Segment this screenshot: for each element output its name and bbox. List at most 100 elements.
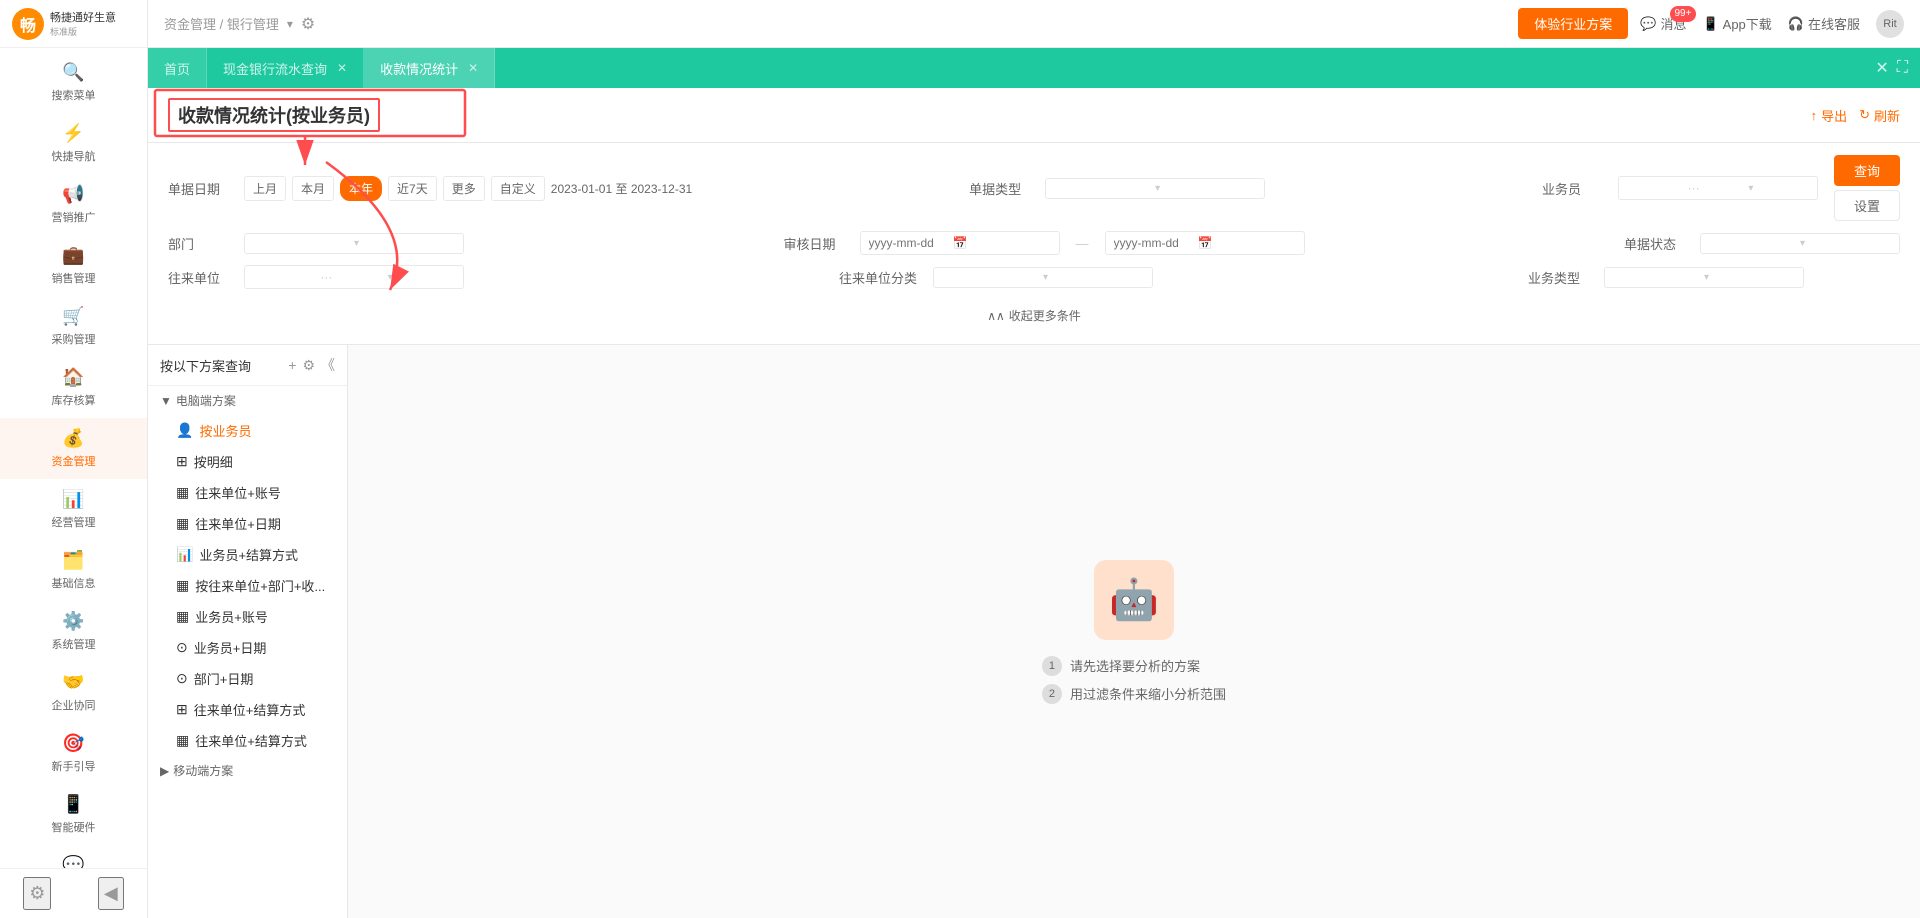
- setting-btn[interactable]: 设置: [1834, 190, 1900, 221]
- sidebar-item-purchase[interactable]: 🛒 采购管理: [0, 296, 147, 357]
- date-btn-7days[interactable]: 近7天: [388, 176, 437, 201]
- tab-collection-stats[interactable]: 收款情况统计 ✕: [364, 48, 495, 88]
- scheme-partner-account[interactable]: ▦ 往来单位+账号: [148, 477, 347, 508]
- export-btn[interactable]: ↑ 导出: [1811, 106, 1848, 125]
- page-header: 收款情况统计(按业务员) ↑ 导出 ↻ 刷新: [148, 88, 1920, 143]
- panel-collapse-btn[interactable]: 《: [321, 355, 335, 375]
- voucher-status-label: 单据状态: [1624, 234, 1684, 253]
- message-btn[interactable]: 💬 消息 99+: [1640, 14, 1686, 33]
- hardware-icon: 📱: [62, 794, 84, 815]
- breadcrumb-dropdown[interactable]: ▾: [287, 17, 293, 31]
- sidebar-item-sales[interactable]: 💼 销售管理: [0, 235, 147, 296]
- calendar-start-icon[interactable]: 📅: [953, 236, 968, 250]
- dept-label: 部门: [168, 234, 228, 253]
- date-btn-custom[interactable]: 自定义: [491, 176, 545, 201]
- calendar-end-icon[interactable]: 📅: [1198, 236, 1213, 250]
- voucher-status-select[interactable]: ▾: [1700, 233, 1900, 254]
- scheme-by-detail[interactable]: ⊞ 按明细: [148, 446, 347, 477]
- partner-label: 往来单位: [168, 268, 228, 287]
- wechat-icon: 💬: [62, 855, 84, 868]
- scheme-by-salesperson[interactable]: 👤 按业务员: [148, 415, 347, 446]
- sidebar-item-guide[interactable]: 🎯 新手引导: [0, 723, 147, 784]
- sidebar-item-system[interactable]: ⚙️ 系统管理: [0, 601, 147, 662]
- filter-row-date: 单据日期 上月 本月 本年 近7天 更多 自定义 2023-01-01 至 20…: [168, 155, 1900, 221]
- scheme-salesperson-account[interactable]: ▦ 业务员+账号: [148, 601, 347, 632]
- topbar-gear-btn[interactable]: ⚙: [301, 14, 315, 34]
- sidebar-item-wechat[interactable]: 💬 企业微信: [0, 845, 147, 868]
- salesperson-select[interactable]: ··· ▾: [1618, 176, 1818, 200]
- tab-home[interactable]: 首页: [148, 48, 207, 88]
- sidebar-item-finance[interactable]: 💰 资金管理: [0, 418, 147, 479]
- review-date-start[interactable]: 📅: [860, 231, 1060, 255]
- date-filter-label: 单据日期: [168, 179, 228, 198]
- tab-bank-flow[interactable]: 现金银行流水查询 ✕: [207, 48, 364, 88]
- dept-select[interactable]: ▾: [244, 233, 464, 254]
- sidebar-item-basic[interactable]: 🗂️ 基础信息: [0, 540, 147, 601]
- collapse-btn[interactable]: ∧∧ 收起更多条件: [987, 307, 1081, 324]
- logo-text: 畅捷通好生意 标准版: [50, 9, 116, 38]
- chart-icon: 📊: [176, 546, 193, 563]
- query-btn[interactable]: 查询: [1834, 155, 1900, 186]
- sidebar-settings-btn[interactable]: ⚙: [23, 877, 51, 910]
- empty-step-2: 2 用过滤条件来缩小分析范围: [1042, 684, 1226, 704]
- sidebar-item-hardware[interactable]: 📱 智能硬件: [0, 784, 147, 845]
- panel-gear-btn[interactable]: ⚙: [302, 357, 315, 374]
- left-panel-title: 按以下方案查询: [160, 356, 251, 375]
- voucher-type-arrow-icon: ▾: [1155, 183, 1256, 194]
- inventory-icon: 🏠: [62, 367, 84, 388]
- partner-type-select[interactable]: ▾: [933, 267, 1153, 288]
- scheme-partner-dept[interactable]: ▦ 按往来单位+部门+收...: [148, 570, 347, 601]
- tab-expand-btn[interactable]: ⛶: [1897, 59, 1908, 77]
- date-btn-this-year[interactable]: 本年: [340, 176, 382, 201]
- tab-bank-flow-close[interactable]: ✕: [337, 61, 347, 75]
- breadcrumb: 资金管理 / 银行管理: [164, 14, 279, 33]
- business-type-select[interactable]: ▾: [1604, 267, 1804, 288]
- sidebar-item-quick-nav[interactable]: ⚡ 快捷导航: [0, 113, 147, 174]
- step-2-num: 2: [1042, 684, 1062, 704]
- table3-icon: ▦: [176, 577, 189, 594]
- person-icon: 👤: [176, 422, 193, 439]
- app-download-btn[interactable]: 📱 App下载: [1702, 14, 1771, 33]
- date-btn-more[interactable]: 更多: [443, 176, 485, 201]
- topbar-left: 资金管理 / 银行管理 ▾ ⚙: [164, 14, 1506, 34]
- trial-button[interactable]: 体验行业方案: [1518, 8, 1628, 39]
- review-date-start-input[interactable]: [869, 236, 949, 250]
- tree-toggle-mobile[interactable]: ▶: [160, 764, 169, 778]
- voucher-type-select[interactable]: ▾: [1045, 178, 1265, 199]
- partner-select[interactable]: ··· ▾: [244, 265, 464, 289]
- sales-icon: 💼: [62, 245, 84, 266]
- refresh-btn[interactable]: ↻ 刷新: [1859, 106, 1900, 125]
- sidebar-item-marketing[interactable]: 📢 营销推广: [0, 174, 147, 235]
- tab-close-all-btn[interactable]: ✕: [1875, 58, 1888, 78]
- scheme-salesperson-settlement[interactable]: 📊 业务员+结算方式: [148, 539, 347, 570]
- scheme-dept-date[interactable]: ⊙ 部门+日期: [148, 663, 347, 694]
- tree-toggle-desktop[interactable]: ▼: [160, 394, 172, 408]
- scheme-salesperson-date[interactable]: ⊙ 业务员+日期: [148, 632, 347, 663]
- left-panel-header: 按以下方案查询 + ⚙ 《: [148, 345, 347, 386]
- scheme-partner-date[interactable]: ▦ 往来单位+日期: [148, 508, 347, 539]
- sidebar-item-search-menu[interactable]: 🔍 搜索菜单: [0, 52, 147, 113]
- online-service-btn[interactable]: 🎧 在线客服: [1788, 14, 1860, 33]
- robot-illustration: 🤖: [1094, 560, 1174, 640]
- review-date-end-input[interactable]: [1114, 236, 1194, 250]
- basic-icon: 🗂️: [62, 550, 84, 571]
- collapse-icon: ∧∧: [987, 309, 1005, 323]
- body-area: 按以下方案查询 + ⚙ 《 ▼ 电脑端方案 👤 按业务员: [148, 345, 1920, 918]
- date-btn-last-month[interactable]: 上月: [244, 176, 286, 201]
- sidebar-collapse-btn[interactable]: ◀: [98, 877, 124, 910]
- finance-icon: 💰: [62, 428, 84, 449]
- user-avatar[interactable]: Rit: [1876, 10, 1904, 38]
- sidebar-item-operations[interactable]: 📊 经营管理: [0, 479, 147, 540]
- sidebar-item-enterprise[interactable]: 🤝 企业协同: [0, 662, 147, 723]
- right-buttons: 查询 设置: [1834, 155, 1900, 221]
- tab-collection-stats-close[interactable]: ✕: [468, 61, 478, 75]
- sidebar-item-inventory[interactable]: 🏠 库存核算: [0, 357, 147, 418]
- main-area: 资金管理 / 银行管理 ▾ ⚙ 体验行业方案 💬 消息 99+ 📱 App下载 …: [148, 0, 1920, 918]
- review-date-end[interactable]: 📅: [1105, 231, 1305, 255]
- detail-icon: ⊞: [176, 453, 188, 470]
- date-btn-this-month[interactable]: 本月: [292, 176, 334, 201]
- business-type-arrow-icon: ▾: [1704, 272, 1795, 283]
- panel-add-btn[interactable]: +: [288, 357, 296, 373]
- scheme-partner-settlement2[interactable]: ▦ 往来单位+结算方式: [148, 725, 347, 756]
- scheme-partner-settlement1[interactable]: ⊞ 往来单位+结算方式: [148, 694, 347, 725]
